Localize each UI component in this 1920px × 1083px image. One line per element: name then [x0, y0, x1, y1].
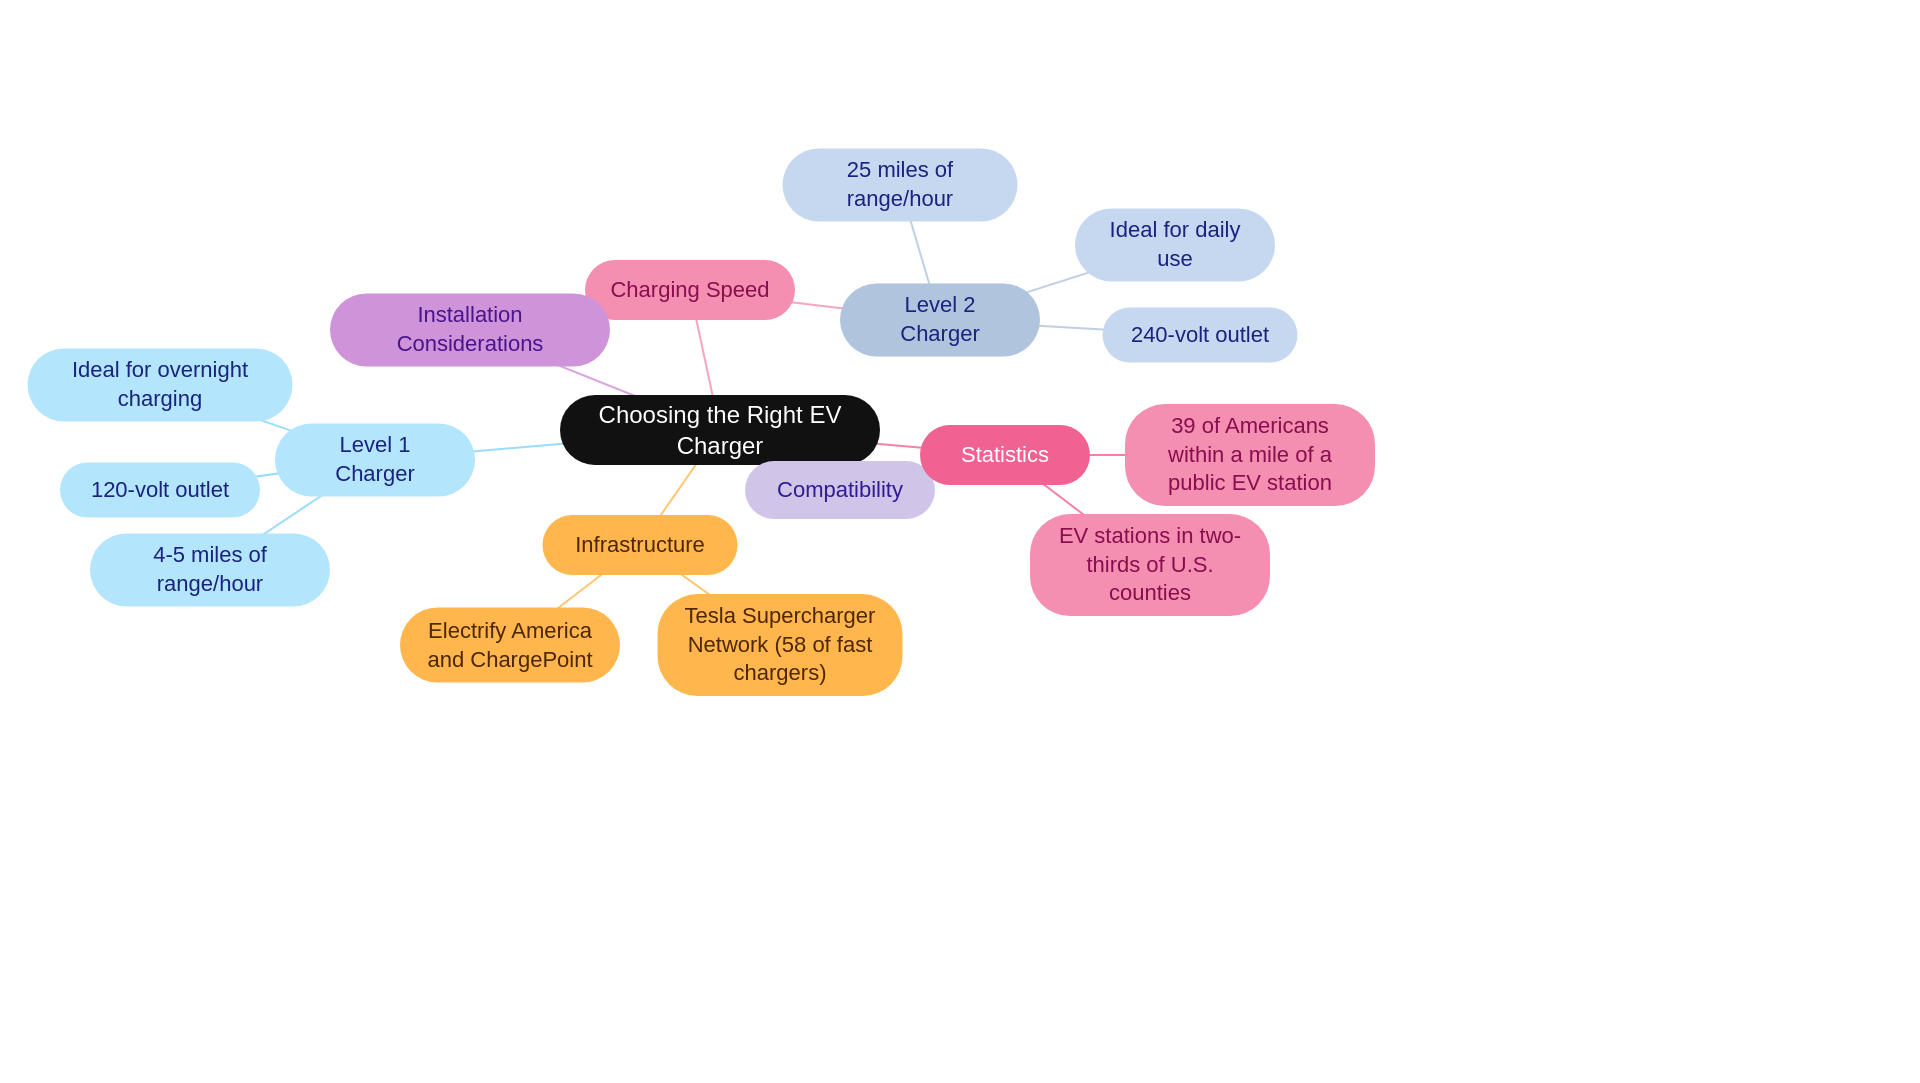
node-label-ev_counties: EV stations in two-thirds of U.S. counti… [1048, 522, 1252, 608]
node-range45[interactable]: 4-5 miles of range/hour [90, 533, 330, 606]
node-label-installation: Installation Considerations [348, 301, 592, 358]
node-label-pct39: 39 of Americans within a mile of a publi… [1143, 412, 1357, 498]
node-charging_speed[interactable]: Charging Speed [585, 260, 795, 320]
node-label-daily_use: Ideal for daily use [1093, 216, 1257, 273]
node-compatibility[interactable]: Compatibility [745, 461, 935, 519]
node-label-level2: Level 2 Charger [858, 291, 1022, 348]
node-infrastructure[interactable]: Infrastructure [543, 515, 738, 575]
node-level1[interactable]: Level 1 Charger [275, 423, 475, 496]
node-label-range25: 25 miles of range/hour [801, 156, 1000, 213]
node-ev_counties[interactable]: EV stations in two-thirds of U.S. counti… [1030, 514, 1270, 616]
node-electrify[interactable]: Electrify America and ChargePoint [400, 608, 620, 683]
node-label-overnight: Ideal for overnight charging [46, 356, 275, 413]
node-label-level1: Level 1 Charger [293, 431, 457, 488]
node-pct39[interactable]: 39 of Americans within a mile of a publi… [1125, 404, 1375, 506]
node-range25[interactable]: 25 miles of range/hour [783, 148, 1018, 221]
node-label-volt240: 240-volt outlet [1127, 321, 1273, 350]
node-tesla[interactable]: Tesla Supercharger Network (58 of fast c… [658, 594, 903, 696]
node-label-range45: 4-5 miles of range/hour [108, 541, 312, 598]
node-label-charging_speed: Charging Speed [606, 276, 773, 305]
node-volt240[interactable]: 240-volt outlet [1103, 308, 1298, 363]
node-volt120[interactable]: 120-volt outlet [60, 463, 260, 518]
node-overnight[interactable]: Ideal for overnight charging [28, 348, 293, 421]
node-label-electrify: Electrify America and ChargePoint [418, 616, 602, 673]
node-level2[interactable]: Level 2 Charger [840, 283, 1040, 356]
node-label-compatibility: Compatibility [773, 476, 907, 505]
node-label-volt120: 120-volt outlet [87, 476, 233, 505]
node-label-central: Choosing the Right EV Charger [578, 399, 862, 461]
node-label-infrastructure: Infrastructure [571, 531, 709, 560]
node-label-statistics: Statistics [957, 441, 1053, 470]
node-daily_use[interactable]: Ideal for daily use [1075, 208, 1275, 281]
node-installation[interactable]: Installation Considerations [330, 293, 610, 366]
node-central[interactable]: Choosing the Right EV Charger [560, 395, 880, 465]
node-statistics[interactable]: Statistics [920, 425, 1090, 485]
node-label-tesla: Tesla Supercharger Network (58 of fast c… [676, 602, 885, 688]
